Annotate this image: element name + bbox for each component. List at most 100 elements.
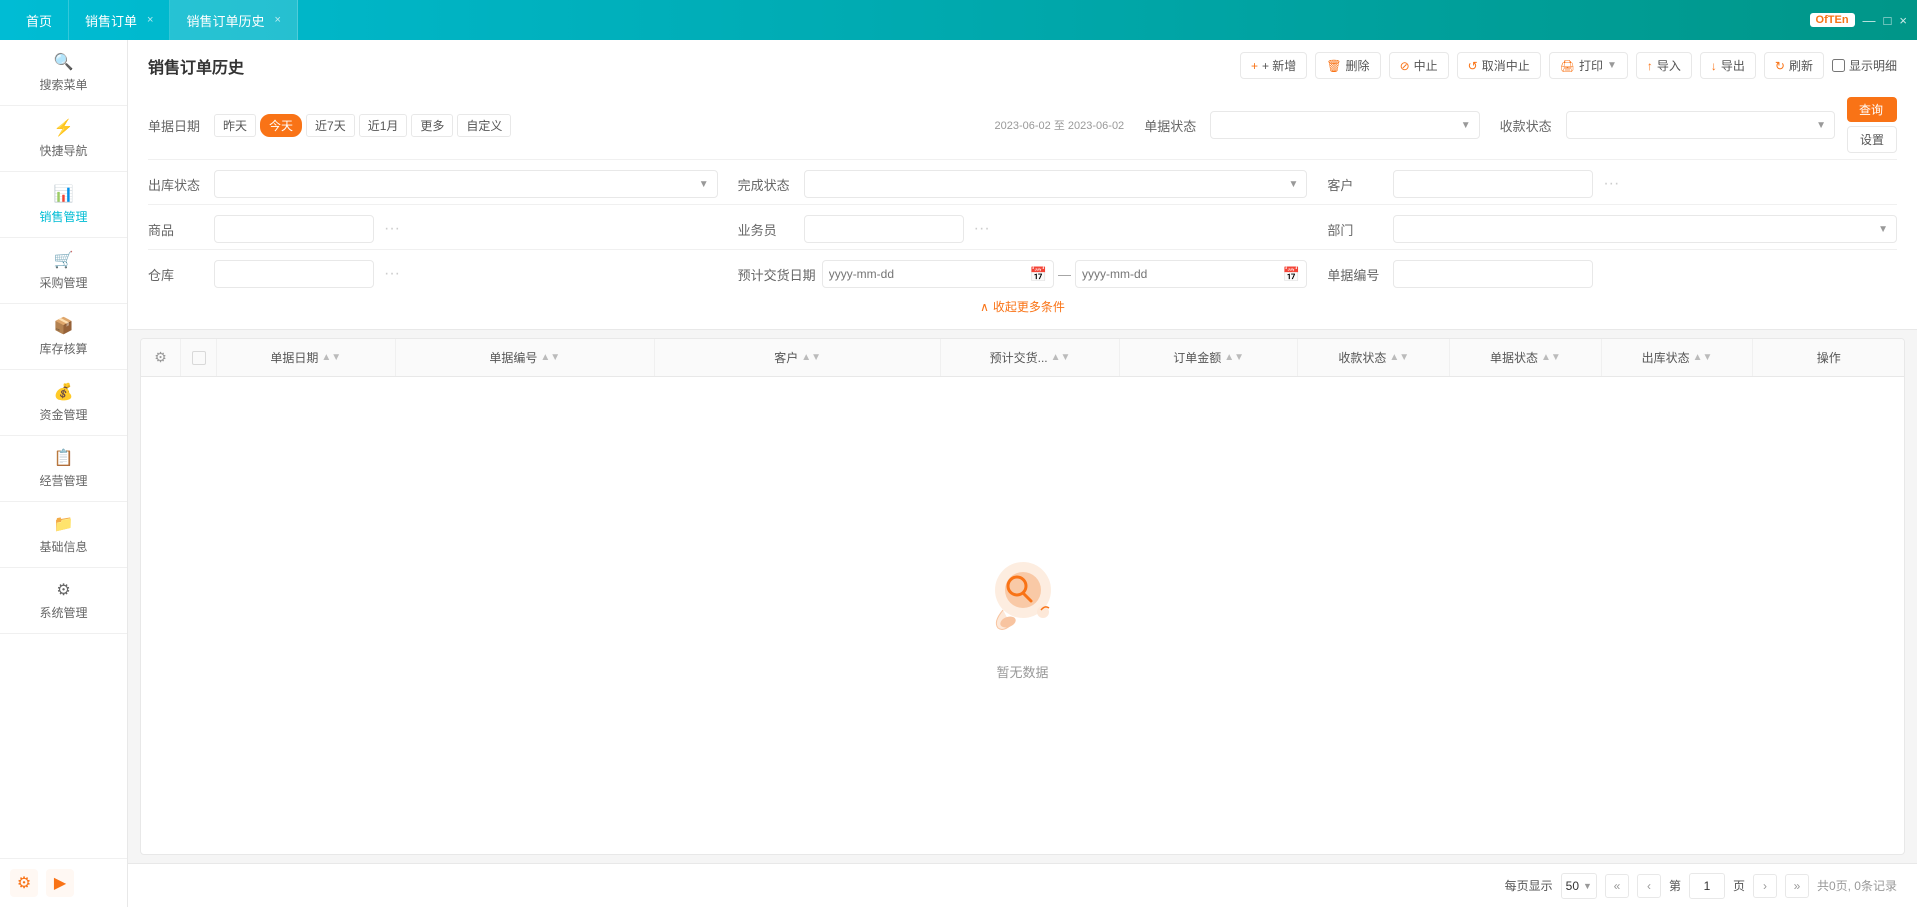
show-detail-checkbox-label[interactable]: 显示明细 — [1832, 57, 1897, 74]
payment-status-label: 收款状态 — [1500, 116, 1560, 135]
sidebar-item-search-menu[interactable]: 🔍 搜索菜单 — [0, 40, 127, 106]
sidebar-item-finance[interactable]: 💰 资金管理 — [0, 370, 127, 436]
sidebar-settings-btn[interactable]: ⚙ — [10, 869, 38, 897]
first-page-button[interactable]: « — [1605, 874, 1629, 898]
sidebar-item-inventory[interactable]: 📦 库存核算 — [0, 304, 127, 370]
sidebar-item-sales-mgmt[interactable]: 📊 销售管理 — [0, 172, 127, 238]
date-btn-more[interactable]: 更多 — [411, 114, 453, 137]
payment-status-select[interactable]: ▼ — [1566, 111, 1835, 139]
import-button[interactable]: ↑ 导入 — [1636, 52, 1692, 79]
topbar-minimize[interactable]: — — [1863, 13, 1876, 28]
tab-sales-order-history-close[interactable]: × — [274, 14, 280, 26]
prev-page-button[interactable]: ‹ — [1637, 874, 1661, 898]
delete-button[interactable]: 🗑 删除 — [1315, 52, 1380, 79]
select-all-checkbox[interactable] — [192, 351, 206, 365]
th-checkbox[interactable] — [181, 339, 217, 376]
current-page-input[interactable] — [1689, 873, 1725, 899]
topbar-close[interactable]: × — [1899, 13, 1907, 28]
customer-input[interactable] — [1393, 170, 1593, 198]
page-size-label: 每页显示 — [1505, 877, 1553, 894]
complete-status-label: 完成状态 — [738, 175, 798, 194]
th-settings[interactable]: ⚙ — [141, 339, 181, 376]
date-btn-today[interactable]: 今天 — [260, 114, 302, 137]
date-btn-1month[interactable]: 近1月 — [359, 114, 408, 137]
table-settings-icon[interactable]: ⚙ — [154, 349, 167, 366]
expected-delivery-from-input[interactable] — [829, 267, 1028, 281]
quick-nav-icon: ⚡ — [54, 118, 74, 138]
cancel-stop-button[interactable]: ↺ 取消中止 — [1457, 52, 1541, 79]
dept-select[interactable]: ▼ — [1393, 215, 1897, 243]
tab-sales-order[interactable]: 销售订单 × — [69, 0, 170, 40]
goods-input[interactable] — [214, 215, 374, 243]
import-icon: ↑ — [1647, 59, 1653, 73]
show-detail-checkbox[interactable] — [1832, 59, 1845, 72]
cal-icon-to[interactable]: 📅 — [1283, 266, 1300, 283]
topbar-restore[interactable]: □ — [1884, 13, 1892, 28]
sort-icon-doc-status: ▲▼ — [1541, 352, 1561, 363]
th-delivery[interactable]: 预计交货... ▲▼ — [941, 339, 1120, 376]
customer-ellipsis[interactable]: ··· — [1599, 175, 1623, 193]
sidebar-item-purchase-mgmt[interactable]: 🛒 采购管理 — [0, 238, 127, 304]
stock-status-select[interactable]: ▼ — [214, 170, 718, 198]
sidebar-item-operations[interactable]: 📋 经营管理 — [0, 436, 127, 502]
th-pay-status[interactable]: 收款状态 ▲▼ — [1298, 339, 1450, 376]
sidebar-item-basic-info[interactable]: 📁 基础信息 — [0, 502, 127, 568]
pagination-bar: 每页显示 50 ▼ « ‹ 第 页 › » 共0页, 0条记录 — [128, 863, 1917, 907]
sidebar-item-sys-mgmt-label: 系统管理 — [39, 604, 87, 621]
export-button[interactable]: ↓ 导出 — [1700, 52, 1756, 79]
finance-icon: 💰 — [54, 382, 74, 402]
tab-sales-order-close[interactable]: × — [147, 14, 153, 26]
date-btn-yesterday[interactable]: 昨天 — [214, 114, 256, 137]
doc-status-dropdown-icon: ▼ — [1461, 120, 1471, 131]
th-amount[interactable]: 订单金额 ▲▼ — [1120, 339, 1299, 376]
inventory-icon: 📦 — [54, 316, 74, 336]
complete-status-select[interactable]: ▼ — [804, 170, 1308, 198]
page-size-select[interactable]: 50 ▼ — [1561, 873, 1597, 899]
last-page-button[interactable]: » — [1785, 874, 1809, 898]
th-doc-status-label: 单据状态 — [1490, 349, 1538, 366]
new-icon: + — [1251, 59, 1258, 73]
cal-icon-from[interactable]: 📅 — [1030, 266, 1047, 283]
salesperson-input[interactable] — [804, 215, 964, 243]
purchase-mgmt-icon: 🛒 — [54, 250, 74, 270]
settings-button[interactable]: 设置 — [1847, 126, 1897, 153]
query-button[interactable]: 查询 — [1847, 97, 1897, 122]
sidebar-item-quick-nav-label: 快捷导航 — [39, 142, 87, 159]
new-button[interactable]: + + 新增 — [1240, 52, 1307, 79]
warehouse-ellipsis[interactable]: ··· — [380, 265, 404, 283]
date-range-display: 2023-06-02 至 2023-06-02 — [995, 117, 1125, 133]
th-customer[interactable]: 客户 ▲▼ — [655, 339, 941, 376]
filter-row-1: 单据日期 昨天 今天 近7天 近1月 更多 自定义 2023-06-02 至 2… — [148, 91, 1897, 159]
sidebar-item-sys-mgmt[interactable]: ⚙ 系统管理 — [0, 568, 127, 634]
doc-date-label: 单据日期 — [148, 116, 208, 135]
th-doc-date-label: 单据日期 — [270, 349, 318, 366]
th-stock-status[interactable]: 出库状态 ▲▼ — [1602, 339, 1754, 376]
sidebar-item-quick-nav[interactable]: ⚡ 快捷导航 — [0, 106, 127, 172]
tab-sales-order-history[interactable]: 销售订单历史 × — [170, 0, 297, 40]
warehouse-input[interactable] — [214, 260, 374, 288]
settings-label: 设置 — [1860, 131, 1884, 148]
cancel-stop-label: 取消中止 — [1482, 57, 1530, 74]
collapse-row[interactable]: ∧ 收起更多条件 — [148, 294, 1897, 321]
salesperson-ellipsis[interactable]: ··· — [970, 220, 994, 238]
print-button[interactable]: 🖨 打印 ▼ — [1549, 52, 1628, 79]
refresh-button[interactable]: ↻ 刷新 — [1764, 52, 1824, 79]
th-doc-no[interactable]: 单据编号 ▲▼ — [396, 339, 655, 376]
goods-ellipsis[interactable]: ··· — [380, 220, 404, 238]
date-btn-7days[interactable]: 近7天 — [306, 114, 355, 137]
th-doc-status[interactable]: 单据状态 ▲▼ — [1450, 339, 1602, 376]
empty-state: 暂无数据 — [141, 377, 1904, 854]
doc-status-label: 单据状态 — [1144, 116, 1204, 135]
th-doc-date[interactable]: 单据日期 ▲▼ — [217, 339, 396, 376]
doc-status-select[interactable]: ▼ — [1210, 111, 1479, 139]
expected-delivery-to-input[interactable] — [1082, 267, 1281, 281]
date-btn-custom[interactable]: 自定义 — [457, 114, 511, 137]
filter-salesperson: 业务员 ··· — [738, 215, 1308, 243]
sidebar-expand-btn[interactable]: ▶ — [46, 869, 74, 897]
top-bar: 首页 销售订单 × 销售订单历史 × OfTEn — □ × — [0, 0, 1917, 40]
tab-home[interactable]: 首页 — [10, 0, 69, 40]
stop-button[interactable]: ⊘ 中止 — [1389, 52, 1449, 79]
topbar-right: OfTEn — □ × — [1810, 13, 1907, 28]
next-page-button[interactable]: › — [1753, 874, 1777, 898]
doc-no-input[interactable] — [1393, 260, 1593, 288]
